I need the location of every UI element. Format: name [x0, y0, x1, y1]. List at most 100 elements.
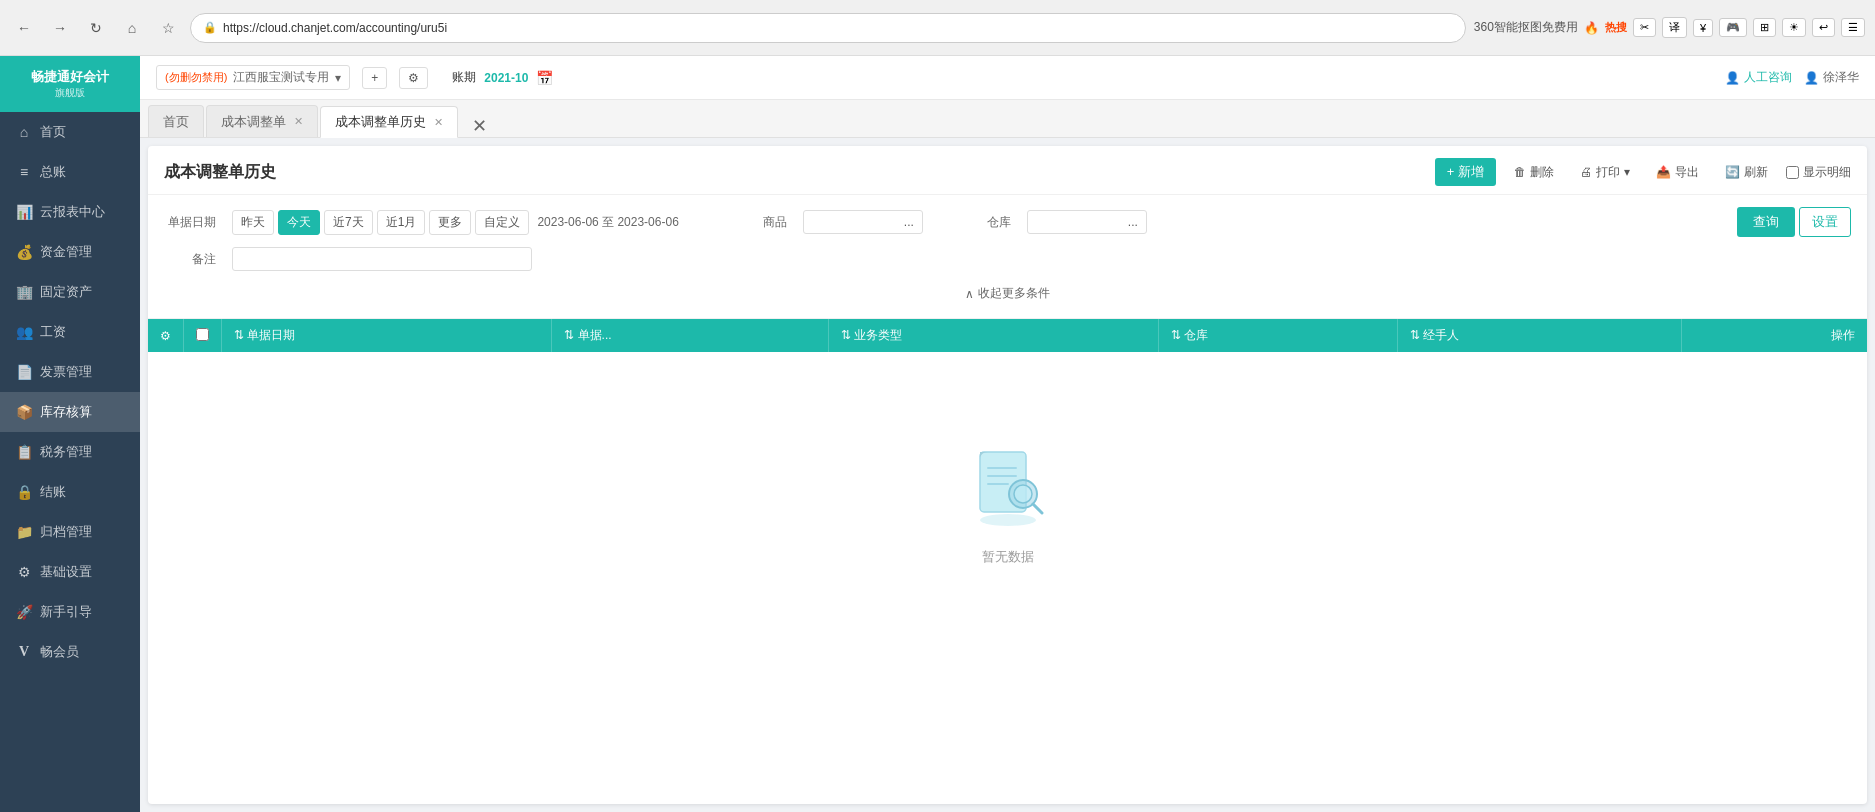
sidebar-item-settings[interactable]: ⚙ 基础设置	[0, 552, 140, 592]
sidebar-item-fixed-assets[interactable]: 🏢 固定资产	[0, 272, 140, 312]
date-btn-7days[interactable]: 近7天	[324, 210, 373, 235]
sidebar-item-general-ledger[interactable]: ≡ 总账	[0, 152, 140, 192]
company-settings-button[interactable]: ⚙	[399, 67, 428, 89]
hot-search-label: 热搜	[1605, 20, 1627, 35]
col-date[interactable]: ⇅ 单据日期	[222, 319, 552, 352]
delete-button[interactable]: 🗑 删除	[1506, 160, 1562, 185]
sidebar-item-close-books[interactable]: 🔒 结账	[0, 472, 140, 512]
user-menu[interactable]: 👤 徐泽华	[1804, 69, 1859, 86]
print-button[interactable]: 🖨 打印 ▾	[1572, 160, 1638, 185]
warehouse-filter-label: 仓库	[959, 214, 1011, 231]
sidebar-item-invoice[interactable]: 📄 发票管理	[0, 352, 140, 392]
date-btn-custom[interactable]: 自定义	[475, 210, 529, 235]
delete-icon: 🗑	[1514, 165, 1526, 179]
period-label: 账期	[452, 69, 476, 86]
close-books-icon: 🔒	[16, 484, 32, 500]
service-button[interactable]: 👤 人工咨询	[1725, 69, 1792, 86]
company-name: 江西服宝测试专用	[233, 69, 329, 86]
tab-home[interactable]: 首页	[148, 105, 204, 137]
col-handler[interactable]: ⇅ 经手人	[1397, 319, 1681, 352]
scissors-tool[interactable]: ✂	[1633, 18, 1656, 37]
close-all-tabs-button[interactable]: ✕	[464, 115, 495, 137]
export-button[interactable]: 📤 导出	[1648, 160, 1707, 185]
col-number[interactable]: ⇅ 单据...	[552, 319, 829, 352]
product-more-icon: ...	[904, 215, 914, 229]
collapse-button[interactable]: ∧ 收起更多条件	[953, 281, 1062, 306]
col-biz-type-label: ⇅ 业务类型	[841, 328, 902, 342]
tab-cost-adjust[interactable]: 成本调整单 ✕	[206, 105, 318, 137]
translate-tool[interactable]: 译	[1662, 17, 1687, 38]
display-detail-checkbox[interactable]	[1786, 166, 1799, 179]
data-table: ⚙ ⇅ 单据日期 ⇅ 单据...	[148, 319, 1867, 352]
product-select[interactable]: ...	[803, 210, 923, 234]
col-checkbox[interactable]	[184, 319, 222, 352]
sidebar-item-inventory[interactable]: 📦 库存核算	[0, 392, 140, 432]
service-label: 人工咨询	[1744, 69, 1792, 86]
col-biz-type[interactable]: ⇅ 业务类型	[828, 319, 1158, 352]
guide-icon: 🚀	[16, 604, 32, 620]
search-label: 360智能抠图免费用	[1474, 19, 1578, 36]
sidebar-logo: 畅捷通好会计 旗舰版	[0, 56, 140, 112]
theme-tool[interactable]: ☀	[1782, 18, 1806, 37]
sidebar-item-reports[interactable]: 📊 云报表中心	[0, 192, 140, 232]
sidebar-item-archive-label: 归档管理	[40, 523, 92, 541]
date-btn-more[interactable]: 更多	[429, 210, 471, 235]
add-company-button[interactable]: +	[362, 67, 387, 89]
content-area: 成本调整单历史 + 新增 🗑 删除 🖨 打印 ▾ �	[140, 138, 1875, 812]
sidebar-item-payroll[interactable]: 👥 工资	[0, 312, 140, 352]
tab-cost-adjust-label: 成本调整单	[221, 113, 286, 131]
refresh-button[interactable]: 🔄 刷新	[1717, 160, 1776, 185]
settings-filter-button[interactable]: 设置	[1799, 207, 1851, 237]
date-btn-yesterday[interactable]: 昨天	[232, 210, 274, 235]
col-warehouse[interactable]: ⇅ 仓库	[1159, 319, 1397, 352]
query-button[interactable]: 查询	[1737, 207, 1795, 237]
grid-tool[interactable]: ⊞	[1753, 18, 1776, 37]
date-btn-today[interactable]: 今天	[278, 210, 320, 235]
tab-cost-adjust-history[interactable]: 成本调整单历史 ✕	[320, 106, 458, 138]
menu-tool[interactable]: ☰	[1841, 18, 1865, 37]
back-button[interactable]: ←	[10, 14, 38, 42]
sidebar-item-guide[interactable]: 🚀 新手引导	[0, 592, 140, 632]
tab-cost-adjust-close[interactable]: ✕	[294, 115, 303, 128]
calendar-icon[interactable]: 📅	[536, 70, 553, 86]
refresh-label: 刷新	[1744, 164, 1768, 181]
col-action-label: 操作	[1831, 328, 1855, 342]
svg-line-7	[1033, 504, 1042, 513]
undo-tool[interactable]: ↩	[1812, 18, 1835, 37]
export-icon: 📤	[1656, 165, 1671, 179]
wallet-tool[interactable]: ¥	[1693, 19, 1713, 37]
game-tool[interactable]: 🎮	[1719, 18, 1747, 37]
warehouse-select[interactable]: ...	[1027, 210, 1147, 234]
filter-row-remark: 备注	[164, 247, 1851, 271]
user-avatar-icon: 👤	[1804, 71, 1819, 85]
inventory-icon: 📦	[16, 404, 32, 420]
table-container: ⚙ ⇅ 单据日期 ⇅ 单据...	[148, 319, 1867, 352]
period-value: 2021-10	[484, 71, 528, 85]
member-icon: V	[16, 644, 32, 660]
col-settings[interactable]: ⚙	[148, 319, 184, 352]
sidebar-item-home-label: 首页	[40, 123, 66, 141]
delete-label: 删除	[1530, 164, 1554, 181]
forward-button[interactable]: →	[46, 14, 74, 42]
sidebar-item-funds[interactable]: 💰 资金管理	[0, 232, 140, 272]
sidebar-item-tax-label: 税务管理	[40, 443, 92, 461]
sidebar-item-archive[interactable]: 📁 归档管理	[0, 512, 140, 552]
home-icon: ⌂	[16, 124, 32, 140]
display-detail-check[interactable]: 显示明细	[1786, 164, 1851, 181]
select-all-checkbox[interactable]	[196, 328, 209, 341]
remark-input[interactable]	[232, 247, 532, 271]
date-btn-1month[interactable]: 近1月	[377, 210, 426, 235]
payroll-icon: 👥	[16, 324, 32, 340]
home-button[interactable]: ⌂	[118, 14, 146, 42]
company-selector[interactable]: (勿删勿禁用) 江西服宝测试专用 ▾	[156, 65, 350, 90]
url-text: https://cloud.chanjet.com/accounting/uru…	[223, 21, 447, 35]
sidebar-item-member[interactable]: V 畅会员	[0, 632, 140, 672]
sidebar-item-home[interactable]: ⌂ 首页	[0, 112, 140, 152]
sidebar-item-tax[interactable]: 📋 税务管理	[0, 432, 140, 472]
refresh-button[interactable]: ↻	[82, 14, 110, 42]
main-sidebar: 畅捷通好会计 旗舰版 ⌂ 首页 ≡ 总账 📊 云报表中心 💰 资金管理 🏢	[0, 56, 140, 812]
tab-cost-adjust-history-close[interactable]: ✕	[434, 116, 443, 129]
new-button[interactable]: + 新增	[1435, 158, 1496, 186]
address-bar[interactable]: 🔒 https://cloud.chanjet.com/accounting/u…	[190, 13, 1466, 43]
star-button[interactable]: ☆	[154, 14, 182, 42]
